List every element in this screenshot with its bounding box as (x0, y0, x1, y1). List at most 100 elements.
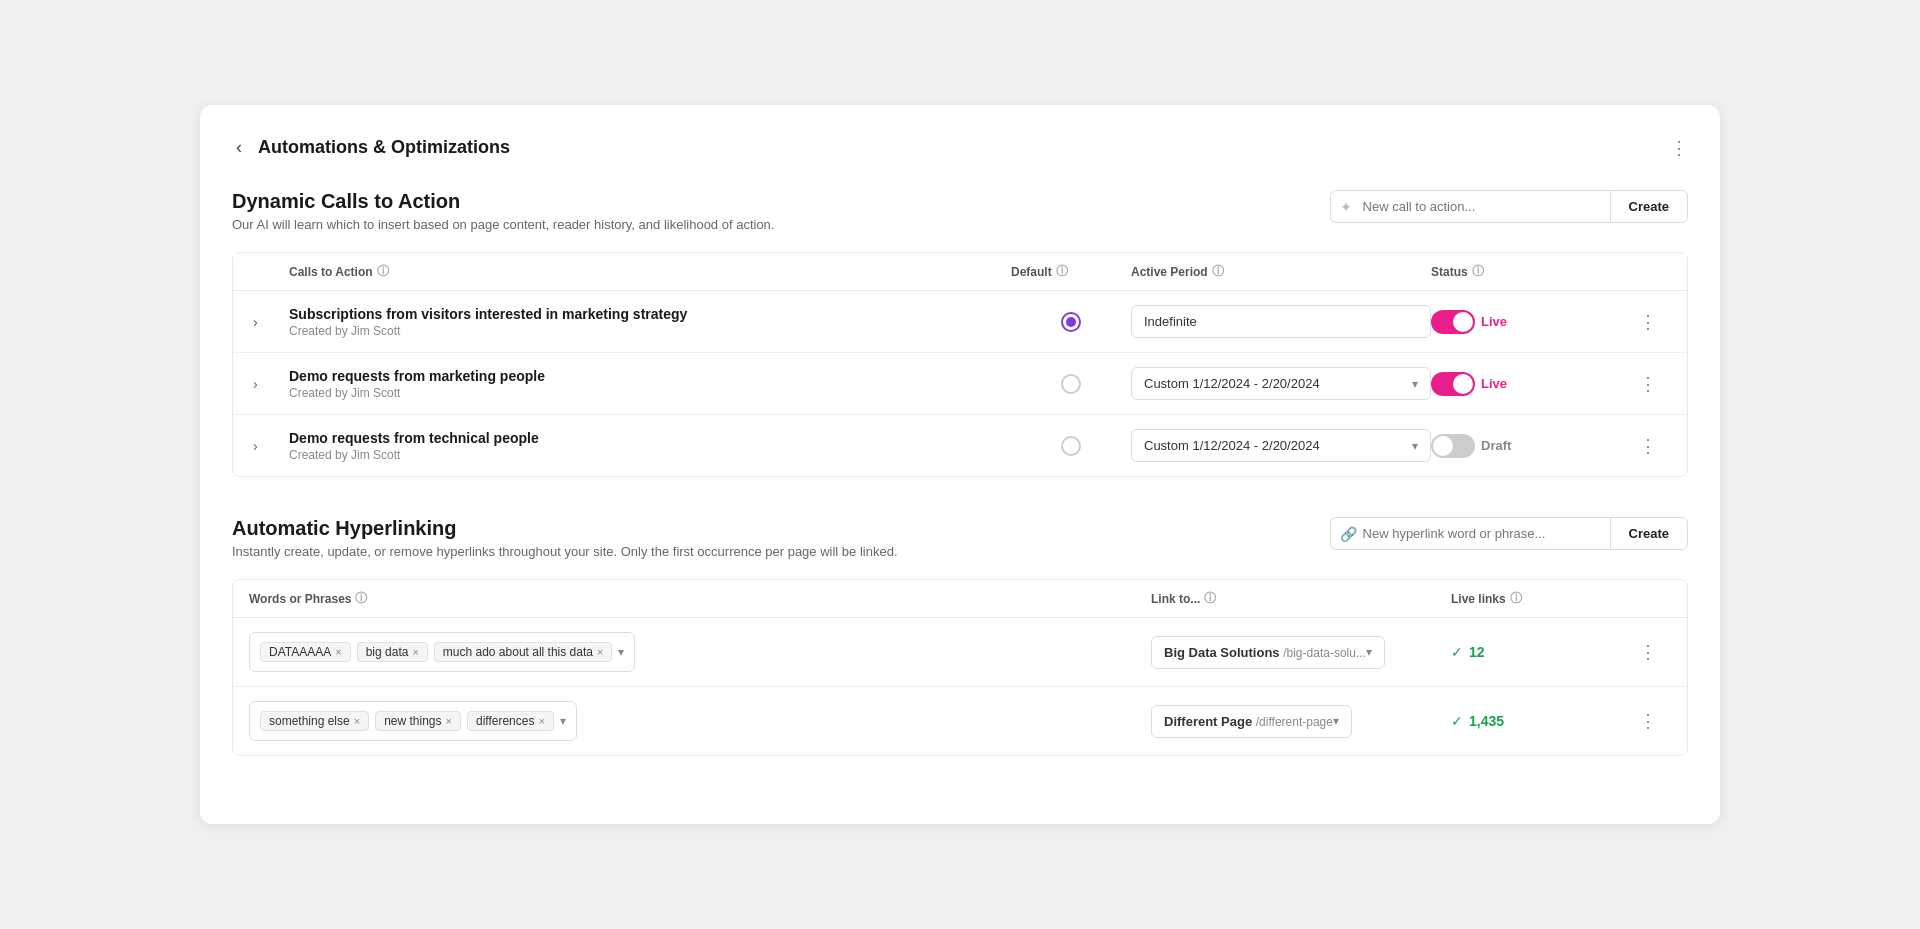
cta-table-row: › Demo requests from marketing people Cr… (233, 353, 1687, 415)
cta-col-default: Default ⓘ (1011, 263, 1131, 280)
cta-row-2-toggle[interactable] (1431, 434, 1475, 458)
hyp-col-info-2[interactable]: ⓘ (1510, 590, 1522, 607)
cta-row-0-subtitle: Created by Jim Scott (289, 324, 1011, 338)
cta-row-0-more-cell: ⋮ (1631, 307, 1671, 337)
hyp-col-info-0[interactable]: ⓘ (355, 590, 367, 607)
hyp-row-0-tag-0-remove[interactable]: × (335, 647, 341, 658)
cta-row-1-expand[interactable]: › (249, 372, 262, 396)
hyp-row-0-link-dropdown[interactable]: Big Data Solutions /big-data-solu... ▾ (1151, 636, 1385, 669)
hyp-row-0-tag-input[interactable]: DATAAAAA × big data × much ado about all… (249, 632, 635, 672)
cta-row-1-more-cell: ⋮ (1631, 369, 1671, 399)
hyp-row-1-tag-input[interactable]: something else × new things × difference… (249, 701, 577, 741)
hyp-row-1-tags-cell: something else × new things × difference… (249, 701, 1151, 741)
hyp-row-1-dropdown-arrow: ▾ (560, 714, 566, 728)
cta-new-input[interactable] (1330, 190, 1610, 223)
cta-row-2-more-cell: ⋮ (1631, 431, 1671, 461)
cta-row-2-expand[interactable]: › (249, 434, 262, 458)
cta-row-1-default-cell (1011, 374, 1131, 394)
hyp-row-1-link-dropdown[interactable]: Different Page /different-page ▾ (1151, 705, 1352, 738)
hyp-row-0-live-cell: ✓ 12 (1451, 644, 1631, 660)
cta-row-2-period-cell: Custom 1/12/2024 - 2/20/2024 ▾ (1131, 429, 1431, 462)
cta-row-1-title: Demo requests from marketing people (289, 368, 1011, 384)
hyp-row-1-tag-0: something else × (260, 711, 369, 731)
hyp-row-0-more-button[interactable]: ⋮ (1631, 637, 1665, 667)
back-button[interactable]: ‹ (232, 133, 246, 162)
cta-col-calls-to-action: Calls to Action ⓘ (289, 263, 1011, 280)
cta-col-info-0[interactable]: ⓘ (377, 263, 389, 280)
hyp-row-0-link-arrow: ▾ (1366, 645, 1372, 659)
cta-row-0-period-cell: Indefinite (1131, 305, 1431, 338)
cta-row-1-period-cell: Custom 1/12/2024 - 2/20/2024 ▾ (1131, 367, 1431, 400)
nav-left: ‹ Automations & Optimizations (232, 133, 510, 162)
hyp-table-header: Words or Phrases ⓘ Link to... ⓘ Live lin… (233, 580, 1687, 618)
settings-icon[interactable]: ⋮ (1670, 137, 1688, 159)
hyp-row-1-live-count: 1,435 (1469, 713, 1504, 729)
cta-create-button[interactable]: Create (1610, 190, 1688, 223)
cta-row-1-more-button[interactable]: ⋮ (1631, 369, 1665, 399)
cta-row-1-dropdown-arrow: ▾ (1412, 377, 1418, 391)
hyp-col-words: Words or Phrases ⓘ (249, 590, 1151, 607)
cta-col-active-period: Active Period ⓘ (1131, 263, 1431, 280)
main-container: ‹ Automations & Optimizations ⋮ Dynamic … (200, 105, 1720, 824)
cta-row-1-toggle[interactable] (1431, 372, 1475, 396)
cta-section-text: Dynamic Calls to Action Our AI will lear… (232, 190, 774, 232)
hyp-row-1-tag-1-remove[interactable]: × (446, 716, 452, 727)
cta-row-2-radio[interactable] (1061, 436, 1081, 456)
cta-row-0-period-dropdown[interactable]: Indefinite (1131, 305, 1431, 338)
hyp-row-0-live-icon: ✓ (1451, 644, 1463, 660)
hyp-row-1-tag-0-remove[interactable]: × (354, 716, 360, 727)
hyp-row-1-more-button[interactable]: ⋮ (1631, 706, 1665, 736)
hyp-row-0-tags-cell: DATAAAAA × big data × much ado about all… (249, 632, 1151, 672)
hyp-row-0-tag-2-remove[interactable]: × (597, 647, 603, 658)
hyp-col-info-1[interactable]: ⓘ (1204, 590, 1216, 607)
cta-col-info-1[interactable]: ⓘ (1056, 263, 1068, 280)
top-nav: ‹ Automations & Optimizations ⋮ (232, 133, 1688, 162)
cta-row-1-radio[interactable] (1061, 374, 1081, 394)
hyp-row-1-link-cell: Different Page /different-page ▾ (1151, 705, 1451, 738)
cta-row-0-default-cell (1011, 312, 1131, 332)
cta-col-status: Status ⓘ (1431, 263, 1631, 280)
cta-row-2-title-cell: Demo requests from technical people Crea… (289, 430, 1011, 462)
cta-description: Our AI will learn which to insert based … (232, 217, 774, 232)
cta-title: Dynamic Calls to Action (232, 190, 774, 213)
hyp-create-button[interactable]: Create (1610, 517, 1688, 550)
cta-row-2-subtitle: Created by Jim Scott (289, 448, 1011, 462)
cta-row-0-expand[interactable]: › (249, 310, 262, 334)
hyp-row-0-tag-1-remove[interactable]: × (412, 647, 418, 658)
hyp-table-row: something else × new things × difference… (233, 687, 1687, 755)
cta-section-header: Dynamic Calls to Action Our AI will lear… (232, 190, 1688, 232)
cta-row-2-title: Demo requests from technical people (289, 430, 1011, 446)
hyp-row-0-link-cell: Big Data Solutions /big-data-solu... ▾ (1151, 636, 1451, 669)
hyp-section-action: 🔗 Create (1330, 517, 1688, 550)
cta-col-info-3[interactable]: ⓘ (1472, 263, 1484, 280)
cta-row-1-title-cell: Demo requests from marketing people Crea… (289, 368, 1011, 400)
cta-row-0-chevron-cell: › (249, 310, 289, 334)
hyp-new-input[interactable] (1330, 517, 1610, 550)
cta-row-0-status-cell: Live (1431, 310, 1631, 334)
cta-table-row: › Subscriptions from visitors interested… (233, 291, 1687, 353)
cta-row-2-period-dropdown[interactable]: Custom 1/12/2024 - 2/20/2024 ▾ (1131, 429, 1431, 462)
cta-table-header: Calls to Action ⓘ Default ⓘ Active Perio… (233, 253, 1687, 291)
hyp-new-input-wrapper: 🔗 (1330, 517, 1610, 550)
cta-row-0-toggle[interactable] (1431, 310, 1475, 334)
hyp-row-1-tag-1: new things × (375, 711, 461, 731)
hyp-table-row: DATAAAAA × big data × much ado about all… (233, 618, 1687, 687)
cta-row-1-status-cell: Live (1431, 372, 1631, 396)
cta-table-row: › Demo requests from technical people Cr… (233, 415, 1687, 476)
cta-row-0-radio[interactable] (1061, 312, 1081, 332)
sparkle-icon: ✦ (1340, 199, 1352, 215)
hyp-row-0-tag-2: much ado about all this data × (434, 642, 613, 662)
cta-col-info-2[interactable]: ⓘ (1212, 263, 1224, 280)
hyp-row-1-live-cell: ✓ 1,435 (1451, 713, 1631, 729)
cta-row-1-period-dropdown[interactable]: Custom 1/12/2024 - 2/20/2024 ▾ (1131, 367, 1431, 400)
hyp-row-1-tag-2-remove[interactable]: × (538, 716, 544, 727)
hyp-row-0-tag-1: big data × (357, 642, 428, 662)
cta-new-input-wrapper: ✦ (1330, 190, 1610, 223)
hyp-table: Words or Phrases ⓘ Link to... ⓘ Live lin… (232, 579, 1688, 756)
page-title: Automations & Optimizations (258, 137, 510, 158)
hyp-row-1-more-cell: ⋮ (1631, 706, 1671, 736)
hyp-row-1-link-text: Different Page /different-page (1164, 714, 1333, 729)
link-icon: 🔗 (1340, 526, 1357, 542)
cta-row-0-more-button[interactable]: ⋮ (1631, 307, 1665, 337)
cta-row-2-more-button[interactable]: ⋮ (1631, 431, 1665, 461)
